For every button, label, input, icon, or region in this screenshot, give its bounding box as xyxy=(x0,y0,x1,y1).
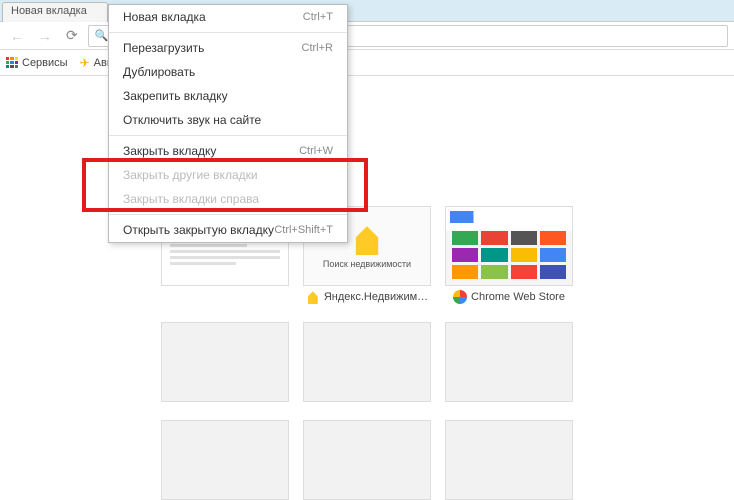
menu-item-shortcut: Ctrl+T xyxy=(303,11,333,23)
tile-label: Яндекс.Недвижим… xyxy=(324,291,428,303)
tile-caption: Поиск недвижимости xyxy=(323,259,411,269)
house-favicon xyxy=(306,290,320,304)
menu-separator xyxy=(109,135,347,136)
menu-item-label: Закрепить вкладку xyxy=(123,89,228,103)
menu-separator xyxy=(109,214,347,215)
menu-close-tab[interactable]: Закрыть вкладку Ctrl+W xyxy=(109,139,347,163)
menu-item-shortcut: Ctrl+R xyxy=(302,42,333,54)
menu-item-label: Дублировать xyxy=(123,65,195,79)
menu-item-shortcut: Ctrl+W xyxy=(299,145,333,157)
tile-empty-1[interactable] xyxy=(161,322,289,402)
apps-icon xyxy=(6,57,18,69)
tile-label: Chrome Web Store xyxy=(471,291,565,303)
menu-new-tab[interactable]: Новая вкладка Ctrl+T xyxy=(109,5,347,29)
reload-button[interactable]: ⟳ xyxy=(62,27,82,44)
browser-tab[interactable]: Новая вкладка xyxy=(2,2,108,22)
tile-empty-6[interactable] xyxy=(445,420,573,500)
menu-item-label: Перезагрузить xyxy=(123,41,204,55)
menu-close-right: Закрыть вкладки справа xyxy=(109,187,347,211)
apps-label: Сервисы xyxy=(22,57,68,69)
menu-separator xyxy=(109,32,347,33)
menu-duplicate[interactable]: Дублировать xyxy=(109,60,347,84)
tile-chrome-web-store[interactable]: Chrome Web Store xyxy=(445,206,573,304)
forward-button[interactable]: → xyxy=(34,28,56,44)
tile-thumbnail xyxy=(303,420,431,500)
menu-mute-site[interactable]: Отключить звук на сайте xyxy=(109,108,347,132)
menu-item-label: Новая вкладка xyxy=(123,10,206,24)
menu-item-label: Закрыть вкладку xyxy=(123,144,216,158)
tab-context-menu: Новая вкладка Ctrl+T Перезагрузить Ctrl+R Ду… xyxy=(108,4,348,243)
tile-thumbnail xyxy=(445,420,573,500)
plane-icon: ✈ xyxy=(80,56,90,70)
house-icon xyxy=(351,223,383,255)
menu-reopen-closed[interactable]: Открыть закрытую вкладкуCtrl+Shift+T xyxy=(109,218,347,242)
chrome-store-favicon xyxy=(453,290,467,304)
tile-empty-5[interactable] xyxy=(303,420,431,500)
apps-shortcut[interactable]: Сервисы xyxy=(6,57,68,69)
menu-item-shortcut: Ctrl+Shift+T xyxy=(274,224,333,236)
most-visited-tiles: Поиск недвижимости Яндекс.Недвижим… Chro… xyxy=(161,206,573,500)
search-icon: 🔍 xyxy=(95,29,109,42)
menu-item-label: Закрыть вкладки справа xyxy=(123,192,259,206)
menu-item-label: Отключить звук на сайте xyxy=(123,113,261,127)
tile-empty-2[interactable] xyxy=(303,322,431,402)
menu-close-others: Закрыть другие вкладки xyxy=(109,163,347,187)
back-button[interactable]: ← xyxy=(6,28,28,44)
tile-empty-4[interactable] xyxy=(161,420,289,500)
tile-thumbnail xyxy=(445,206,573,286)
tile-thumbnail xyxy=(161,420,289,500)
tile-thumbnail xyxy=(445,322,573,402)
tile-thumbnail xyxy=(303,322,431,402)
menu-pin-tab[interactable]: Закрепить вкладку xyxy=(109,84,347,108)
menu-reload[interactable]: Перезагрузить Ctrl+R xyxy=(109,36,347,60)
menu-item-label: Открыть закрытую вкладку xyxy=(123,223,274,237)
tile-thumbnail xyxy=(161,322,289,402)
tile-empty-3[interactable] xyxy=(445,322,573,402)
menu-item-label: Закрыть другие вкладки xyxy=(123,168,258,182)
